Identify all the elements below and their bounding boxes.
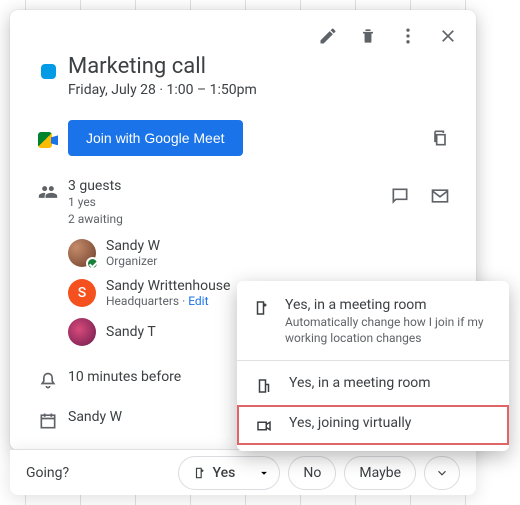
- close-button[interactable]: [430, 18, 466, 54]
- guest-name: Sandy T: [106, 324, 156, 340]
- copy-icon: [430, 128, 450, 148]
- accepted-check-icon: [86, 257, 99, 270]
- google-meet-icon: [38, 132, 58, 148]
- caret-down-icon: [257, 466, 271, 480]
- chat-guests-button[interactable]: [382, 178, 418, 214]
- edit-button[interactable]: [310, 18, 346, 54]
- rsvp-option-meeting-room[interactable]: Yes, in a meeting room: [237, 365, 509, 405]
- chat-icon: [390, 186, 410, 206]
- rsvp-no-button[interactable]: No: [288, 456, 336, 490]
- event-title: Marketing call: [68, 54, 458, 80]
- reminder-label: 10 minutes before: [68, 369, 181, 385]
- more-vertical-icon: [398, 26, 418, 46]
- calendar-icon: [38, 411, 58, 431]
- rsvp-yes-dropdown-button[interactable]: [249, 456, 280, 490]
- bell-icon: [38, 371, 58, 391]
- calendar-owner: Sandy W: [68, 409, 122, 425]
- close-icon: [438, 26, 458, 46]
- menu-item-title: Yes, in a meeting room: [289, 375, 431, 391]
- rsvp-more-button[interactable]: [424, 456, 460, 490]
- email-guests-button[interactable]: [422, 178, 458, 214]
- guest-awaiting-count: 2 awaiting: [68, 211, 123, 227]
- guest-name: Sandy W: [106, 238, 160, 254]
- rsvp-yes-button[interactable]: Yes: [178, 456, 251, 490]
- room-plus-icon: [253, 299, 271, 317]
- menu-item-title: Yes, in a meeting room: [285, 297, 493, 313]
- avatar: S: [68, 279, 96, 307]
- rsvp-options-menu: Yes, in a meeting room Automatically cha…: [237, 281, 509, 451]
- trash-icon: [358, 26, 378, 46]
- delete-button[interactable]: [350, 18, 386, 54]
- rsvp-option-virtually[interactable]: Yes, joining virtually: [237, 405, 509, 445]
- rsvp-footer: Going? Yes No Maybe: [10, 449, 476, 495]
- going-label: Going?: [26, 465, 69, 481]
- chevron-down-icon: [435, 466, 449, 480]
- menu-item-title: Yes, joining virtually: [289, 415, 411, 431]
- guest-name: Sandy Writtenhouse: [106, 278, 230, 294]
- room-plus-icon: [193, 466, 207, 480]
- event-datetime: Friday, July 28 · 1:00 – 1:50pm: [68, 82, 458, 98]
- avatar: [68, 318, 96, 346]
- avatar: [68, 239, 96, 267]
- rsvp-option-auto-room[interactable]: Yes, in a meeting room Automatically cha…: [237, 287, 509, 356]
- copy-meet-link-button[interactable]: [422, 120, 458, 156]
- mail-icon: [430, 186, 450, 206]
- people-icon: [38, 182, 58, 202]
- pencil-icon: [318, 26, 338, 46]
- rsvp-maybe-button[interactable]: Maybe: [344, 456, 416, 490]
- guest-role: Organizer: [106, 254, 160, 268]
- room-icon: [255, 377, 273, 395]
- menu-separator: [237, 360, 509, 361]
- guest-yes-count: 1 yes: [68, 194, 123, 210]
- video-icon: [255, 417, 273, 435]
- edit-location-link[interactable]: Edit: [188, 294, 208, 308]
- guest-location: Headquarters · Edit: [106, 294, 230, 308]
- guest-row[interactable]: Sandy W Organizer: [68, 233, 458, 273]
- event-color-swatch: [41, 64, 56, 79]
- menu-item-subtitle: Automatically change how I join if my wo…: [285, 315, 493, 346]
- more-options-button[interactable]: [390, 18, 426, 54]
- guest-count: 3 guests: [68, 178, 123, 194]
- join-meet-button[interactable]: Join with Google Meet: [68, 120, 243, 156]
